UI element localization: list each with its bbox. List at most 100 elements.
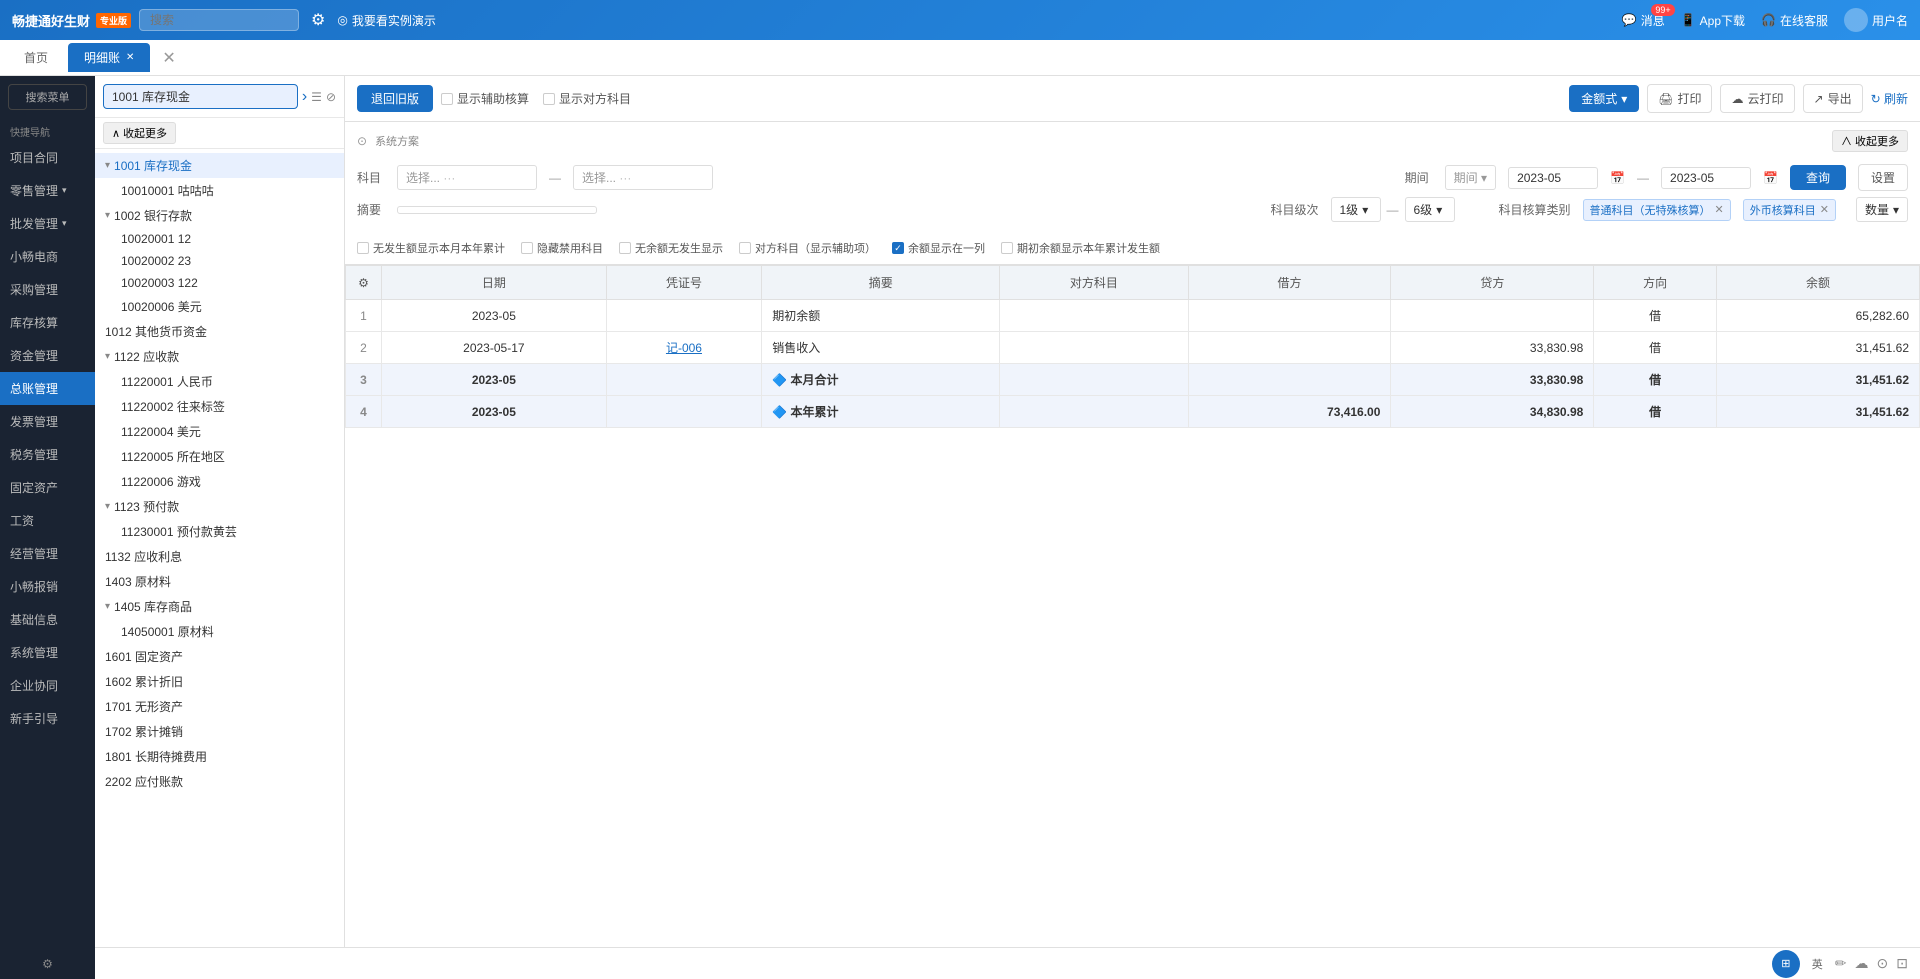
account-item-11220005[interactable]: 11220005 所在地区	[95, 444, 344, 469]
account-item-14050001[interactable]: 14050001 原材料	[95, 619, 344, 644]
message-btn[interactable]: 💬 消息 99+	[1622, 12, 1665, 29]
account-item-10010001[interactable]: 10010001 咕咕咕	[95, 178, 344, 203]
sidebar-item-salary[interactable]: 工资	[0, 504, 95, 537]
level-start-select[interactable]: 1级 ▾	[1331, 197, 1381, 222]
account-item-1002[interactable]: ▾ 1002 银行存款	[95, 203, 344, 228]
account-item-11220002[interactable]: 11220002 往来标签	[95, 394, 344, 419]
level-end-select[interactable]: 6级 ▾	[1405, 197, 1455, 222]
list-icon[interactable]: ☰	[311, 90, 322, 104]
sidebar-item-cooperation[interactable]: 企业协同	[0, 669, 95, 702]
summary-input[interactable]	[397, 206, 597, 214]
eye-icon[interactable]: ⊙	[1877, 955, 1889, 972]
account-item-11230001[interactable]: 11230001 预付款黄芸	[95, 519, 344, 544]
sidebar-item-inventory[interactable]: 库存核算	[0, 306, 95, 339]
account-item-1601[interactable]: 1601 固定资产	[95, 644, 344, 669]
sidebar-item-tax[interactable]: 税务管理	[0, 438, 95, 471]
tab-add-icon[interactable]: ✕	[154, 44, 183, 72]
account-item-11220001[interactable]: 11220001 人民币	[95, 369, 344, 394]
account-item-1001[interactable]: ▾ 1001 库存现金	[95, 153, 344, 178]
print-btn[interactable]: 🖨 打印	[1647, 84, 1712, 113]
search-input[interactable]	[139, 9, 299, 31]
tab-detail[interactable]: 明细账 ✕	[68, 43, 150, 72]
settings-btn[interactable]: ⚙	[0, 949, 95, 979]
option-no-amount[interactable]: 无发生额显示本月本年累计	[357, 240, 505, 256]
filter-icon[interactable]: ⊘	[326, 90, 336, 104]
sidebar-item-capital[interactable]: 资金管理	[0, 339, 95, 372]
account-item-1405[interactable]: ▾ 1405 库存商品	[95, 594, 344, 619]
export-btn[interactable]: ↗ 导出	[1803, 84, 1863, 113]
scheme-icon[interactable]: ⊙	[357, 134, 367, 148]
tab-close-icon[interactable]: ✕	[126, 52, 134, 63]
app-download-btn[interactable]: 📱 App下载	[1681, 12, 1745, 29]
account-item-11220004[interactable]: 11220004 美元	[95, 419, 344, 444]
account-item-1012[interactable]: 1012 其他货币资金	[95, 319, 344, 344]
account-item-10020002[interactable]: 10020002 23	[95, 250, 344, 272]
account-item-1122[interactable]: ▾ 1122 应收款	[95, 344, 344, 369]
cloud-icon2[interactable]: ☁	[1855, 955, 1869, 972]
account-item-2202[interactable]: 2202 应付账款	[95, 769, 344, 794]
account-item-1403[interactable]: 1403 原材料	[95, 569, 344, 594]
period-calendar-icon2[interactable]: 📅	[1763, 171, 1778, 185]
account-tree-arrow-icon[interactable]: ›	[302, 88, 307, 106]
collapse-btn[interactable]: ∧ 收起更多	[1832, 130, 1908, 152]
account-item-10020003[interactable]: 10020003 122	[95, 272, 344, 294]
option-opening-balance[interactable]: 期初余额显示本年累计发生额	[1001, 240, 1160, 256]
option-balance-col[interactable]: ✓ 余额显示在一列	[892, 240, 985, 256]
sidebar-item-system[interactable]: 系统管理	[0, 636, 95, 669]
period-type-select[interactable]: 期间 ▾	[1445, 165, 1496, 190]
sidebar-item-basic[interactable]: 基础信息	[0, 603, 95, 636]
sidebar-item-operation[interactable]: 经营管理	[0, 537, 95, 570]
sidebar-item-ecommerce[interactable]: 小畅电商	[0, 240, 95, 273]
sidebar-item-ledger[interactable]: 总账管理	[0, 372, 95, 405]
settings-icon[interactable]: ⚙	[311, 10, 325, 30]
account-item-10020006[interactable]: 10020006 美元	[95, 294, 344, 319]
show-aux-checkbox[interactable]: 显示辅助核算	[441, 90, 529, 107]
style-btn[interactable]: 金额式 ▾	[1569, 85, 1639, 112]
period-start-input[interactable]: 2023-05	[1508, 167, 1598, 189]
cloud-print-btn[interactable]: ☁ 云打印	[1720, 84, 1794, 113]
data-table-wrap: ⚙ 日期 凭证号 摘要 对方科目 借方 贷方 方向 余额	[345, 265, 1920, 979]
chat-btn[interactable]: ⊞	[1772, 950, 1800, 978]
search-menu-btn[interactable]: 搜索菜单	[8, 84, 87, 110]
tag-normal-close[interactable]: ✕	[1715, 203, 1724, 216]
user-avatar[interactable]: 用户名	[1844, 8, 1908, 32]
query-btn[interactable]: 查询	[1790, 165, 1846, 190]
sidebar-item-guide[interactable]: 新手引导	[0, 702, 95, 735]
option-hide-disabled[interactable]: 隐藏禁用科目	[521, 240, 603, 256]
collapse-more-btn[interactable]: ∧ 收起更多	[103, 122, 176, 144]
online-service-btn[interactable]: 🎧 在线客服	[1761, 12, 1828, 29]
gear-icon[interactable]: ⚙	[358, 276, 369, 290]
account-item-1123[interactable]: ▾ 1123 预付款	[95, 494, 344, 519]
tag-foreign-close[interactable]: ✕	[1820, 203, 1829, 216]
period-calendar-icon[interactable]: 📅	[1610, 171, 1625, 185]
account-item-1701[interactable]: 1701 无形资产	[95, 694, 344, 719]
tab-home[interactable]: 首页	[8, 43, 64, 72]
account-item-11220006[interactable]: 11220006 游戏	[95, 469, 344, 494]
sidebar-item-project[interactable]: 项目合同	[0, 141, 95, 174]
edit-icon[interactable]: ✏	[1835, 955, 1847, 972]
subject-input-start[interactable]: 选择... ···	[397, 165, 537, 190]
sidebar-item-retail[interactable]: 零售管理▾	[0, 174, 95, 207]
return-old-btn[interactable]: 退回旧版	[357, 85, 433, 112]
account-item-1801[interactable]: 1801 长期待摊费用	[95, 744, 344, 769]
subject-input-end[interactable]: 选择... ···	[573, 165, 713, 190]
refresh-btn[interactable]: ↻ 刷新	[1871, 90, 1908, 107]
period-end-input[interactable]: 2023-05	[1661, 167, 1751, 189]
sidebar-item-report[interactable]: 小畅报销	[0, 570, 95, 603]
quantity-select[interactable]: 数量 ▾	[1856, 197, 1908, 222]
account-item-1602[interactable]: 1602 累计折旧	[95, 669, 344, 694]
grid-icon[interactable]: ⊡	[1896, 955, 1908, 972]
account-item-1132[interactable]: 1132 应收利息	[95, 544, 344, 569]
option-no-balance[interactable]: 无余额无发生显示	[619, 240, 723, 256]
sidebar-item-asset[interactable]: 固定资产	[0, 471, 95, 504]
sidebar-item-invoice[interactable]: 发票管理	[0, 405, 95, 438]
filter-settings-btn[interactable]: 设置	[1858, 164, 1908, 191]
sidebar-item-purchase[interactable]: 采购管理	[0, 273, 95, 306]
lang-label[interactable]: 英	[1812, 956, 1823, 972]
demo-link[interactable]: 我要看实例演示	[337, 12, 436, 29]
account-item-1702[interactable]: 1702 累计摊销	[95, 719, 344, 744]
account-item-10020001[interactable]: 10020001 12	[95, 228, 344, 250]
option-contra[interactable]: 对方科目（显示辅助项）	[739, 240, 876, 256]
show-contra-checkbox[interactable]: 显示对方科目	[543, 90, 631, 107]
sidebar-item-wholesale[interactable]: 批发管理▾	[0, 207, 95, 240]
